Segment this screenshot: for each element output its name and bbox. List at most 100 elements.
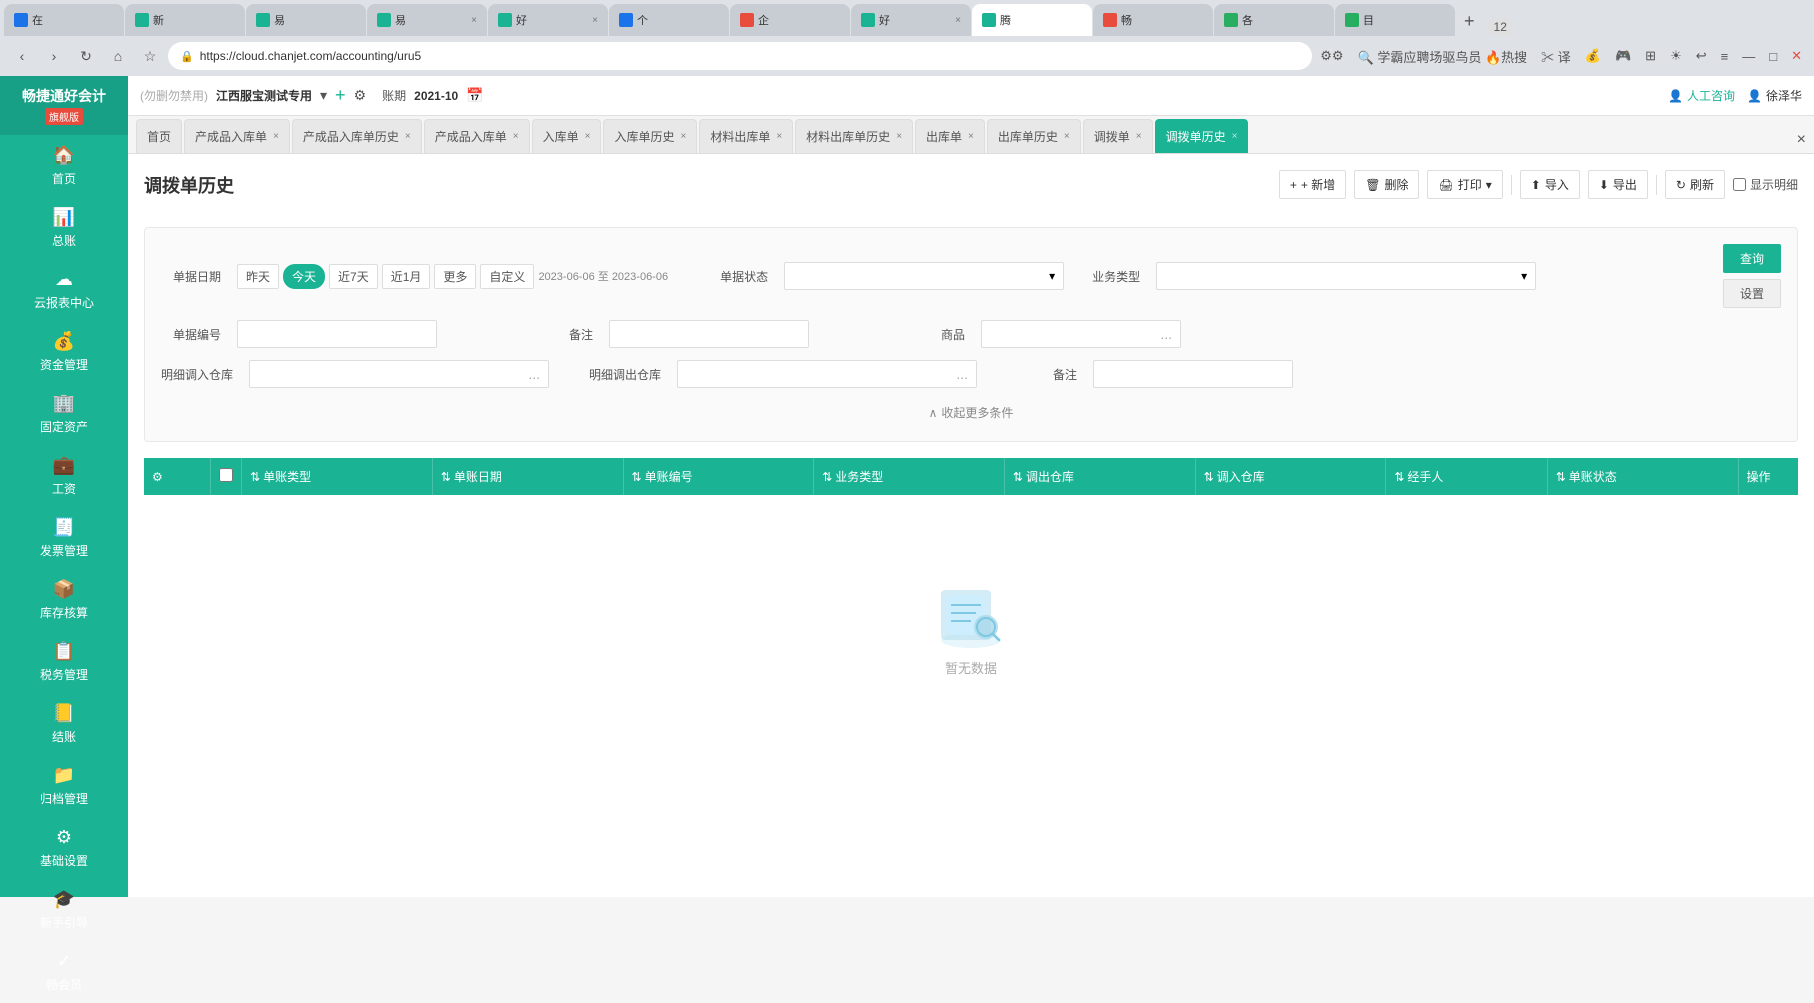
page-tab-close-transfer[interactable]: ×	[1136, 131, 1142, 142]
menu-btn[interactable]: ≡	[1717, 45, 1733, 68]
th-gear[interactable]: ⚙	[144, 458, 211, 495]
close-btn[interactable]: ✕	[1787, 44, 1806, 68]
th-doc-no[interactable]: ⇅ 单账编号	[623, 458, 814, 495]
print-button[interactable]: 🖨 打印 ▾	[1427, 170, 1502, 199]
browser-tab-7[interactable]: 企	[730, 4, 850, 36]
wallet-btn[interactable]: 💰	[1581, 44, 1605, 68]
sidebar-item-fund[interactable]: 💰 资金管理	[0, 321, 128, 383]
custom-btn[interactable]: 自定义	[480, 264, 534, 289]
minimize-btn[interactable]: —	[1738, 45, 1759, 68]
in-warehouse-select[interactable]: ...	[249, 360, 549, 388]
tab-close-5[interactable]: ×	[592, 15, 598, 26]
page-tab-transfer-history[interactable]: 调拨单历史 ×	[1155, 119, 1249, 153]
search-btn[interactable]: 🔍 学霸应聘场驱鸟员 🔥热搜	[1354, 43, 1532, 70]
collapse-button[interactable]: ∧ 收起更多条件	[161, 400, 1781, 425]
th-doc-date[interactable]: ⇅ 单账日期	[432, 458, 623, 495]
page-tab-material-out[interactable]: 材料出库单 ×	[699, 119, 793, 153]
browser-tab-3[interactable]: 易	[246, 4, 366, 36]
out-warehouse-more-icon[interactable]: ...	[956, 366, 968, 382]
page-tab-close-product-in2[interactable]: ×	[513, 131, 519, 142]
period-calendar-button[interactable]: 📅	[466, 87, 483, 104]
brightness-btn[interactable]: ☀	[1666, 44, 1686, 68]
browser-tab-2[interactable]: 新	[125, 4, 245, 36]
delete-button[interactable]: 🗑 删除	[1354, 170, 1419, 199]
sidebar-item-reports[interactable]: ☁ 云报表中心	[0, 259, 128, 321]
extensions-button[interactable]: ⚙⚙	[1316, 44, 1347, 68]
browser-tab-5[interactable]: 好 ×	[488, 4, 608, 36]
th-doc-type[interactable]: ⇅ 单账类型	[242, 458, 433, 495]
page-tab-close-product-in[interactable]: ×	[273, 131, 279, 142]
browser-tab-4[interactable]: 易 ×	[367, 4, 487, 36]
browser-tab-6[interactable]: 个	[609, 4, 729, 36]
sidebar-logo[interactable]: 畅捷通好会计 旗舰版	[0, 76, 128, 135]
export-button[interactable]: ⬇ 导出	[1588, 170, 1648, 199]
goods-more-icon[interactable]: ...	[1160, 326, 1172, 342]
docno-input[interactable]	[237, 320, 437, 348]
sidebar-item-settings[interactable]: ⚙ 基础设置	[0, 817, 128, 879]
month-btn[interactable]: 近1月	[382, 264, 431, 289]
page-tab-in-order[interactable]: 入库单 ×	[532, 119, 602, 153]
page-tab-close-material-out-history[interactable]: ×	[896, 131, 902, 142]
sidebar-item-tax[interactable]: 📋 税务管理	[0, 631, 128, 693]
browser-tab-11[interactable]: 目	[1335, 4, 1455, 36]
page-tab-out-history[interactable]: 出库单历史 ×	[987, 119, 1081, 153]
tab-close-8[interactable]: ×	[955, 15, 961, 26]
sidebar-item-inventory[interactable]: 📦 库存核算	[0, 569, 128, 631]
in-warehouse-more-icon[interactable]: ...	[528, 366, 540, 382]
sidebar-item-guide[interactable]: 🎓 新手引导	[0, 879, 128, 941]
translate-btn[interactable]: ✂ 译	[1537, 43, 1575, 70]
game-btn[interactable]: 🎮	[1611, 44, 1635, 68]
th-in-warehouse[interactable]: ⇅ 调入仓库	[1195, 458, 1386, 495]
browser-tab-10[interactable]: 各	[1214, 4, 1334, 36]
page-tab-product-in-history[interactable]: 产成品入库单历史 ×	[292, 119, 422, 153]
import-button[interactable]: ⬆ 导入	[1520, 170, 1580, 199]
th-handler[interactable]: ⇅ 经手人	[1386, 458, 1547, 495]
tab-close-4[interactable]: ×	[471, 15, 477, 26]
page-tab-close-in-history[interactable]: ×	[680, 131, 686, 142]
browser-tab-active[interactable]: 腾	[972, 4, 1092, 36]
browser-tab-1[interactable]: 在	[4, 4, 124, 36]
new-button[interactable]: + + 新增	[1279, 170, 1346, 199]
today-btn[interactable]: 今天	[283, 264, 325, 289]
refresh-button[interactable]: ↻ 刷新	[1665, 170, 1725, 199]
new-tab-button[interactable]: +	[1456, 11, 1483, 32]
yesterday-btn[interactable]: 昨天	[237, 264, 279, 289]
th-out-warehouse[interactable]: ⇅ 调出仓库	[1004, 458, 1195, 495]
th-doc-status[interactable]: ⇅ 单账状态	[1547, 458, 1738, 495]
bookmark-button[interactable]: ☆	[136, 42, 164, 70]
th-biz-type[interactable]: ⇅ 业务类型	[814, 458, 1005, 495]
th-checkbox[interactable]	[211, 458, 242, 495]
sidebar-item-ledger[interactable]: 📊 总账	[0, 197, 128, 259]
goods-select[interactable]: ...	[981, 320, 1181, 348]
page-tab-home[interactable]: 首页	[136, 119, 182, 153]
browser-tab-8[interactable]: 好 ×	[851, 4, 971, 36]
page-tab-material-out-history[interactable]: 材料出库单历史 ×	[795, 119, 913, 153]
page-tab-product-in[interactable]: 产成品入库单 ×	[184, 119, 290, 153]
maximize-btn[interactable]: □	[1765, 45, 1781, 68]
page-tab-close-out-history[interactable]: ×	[1064, 131, 1070, 142]
more-btn[interactable]: 更多	[434, 264, 476, 289]
page-tab-close-product-in-history[interactable]: ×	[405, 131, 411, 142]
page-tab-in-history[interactable]: 入库单历史 ×	[603, 119, 697, 153]
query-button[interactable]: 查询	[1723, 244, 1781, 273]
user-menu[interactable]: 👤 徐泽华	[1747, 87, 1802, 104]
sidebar-item-salary[interactable]: 💼 工资	[0, 445, 128, 507]
grid-btn[interactable]: ⊞	[1641, 44, 1660, 68]
page-tab-close-material-out[interactable]: ×	[776, 131, 782, 142]
display-checkbox[interactable]	[1733, 178, 1746, 191]
home-button[interactable]: ⌂	[104, 42, 132, 70]
back-button[interactable]: ‹	[8, 42, 36, 70]
sidebar-item-invoice[interactable]: 🧾 发票管理	[0, 507, 128, 569]
page-tab-close-transfer-history[interactable]: ×	[1232, 131, 1238, 142]
browser-tab-9[interactable]: 畅	[1093, 4, 1213, 36]
sidebar-item-closing[interactable]: 📒 结账	[0, 693, 128, 755]
page-tab-close-in-order[interactable]: ×	[585, 131, 591, 142]
sidebar-item-member[interactable]: ✓ 畅会员	[0, 941, 128, 1003]
refresh-button[interactable]: ↻	[72, 42, 100, 70]
week-btn[interactable]: 近7天	[329, 264, 378, 289]
page-tab-out-order[interactable]: 出库单 ×	[915, 119, 985, 153]
sidebar-item-home[interactable]: 🏠 首页	[0, 135, 128, 197]
address-bar[interactable]: 🔒 https://cloud.chanjet.com/accounting/u…	[168, 42, 1312, 70]
select-all-checkbox[interactable]	[219, 468, 233, 482]
status-select[interactable]: ▾	[784, 262, 1064, 290]
